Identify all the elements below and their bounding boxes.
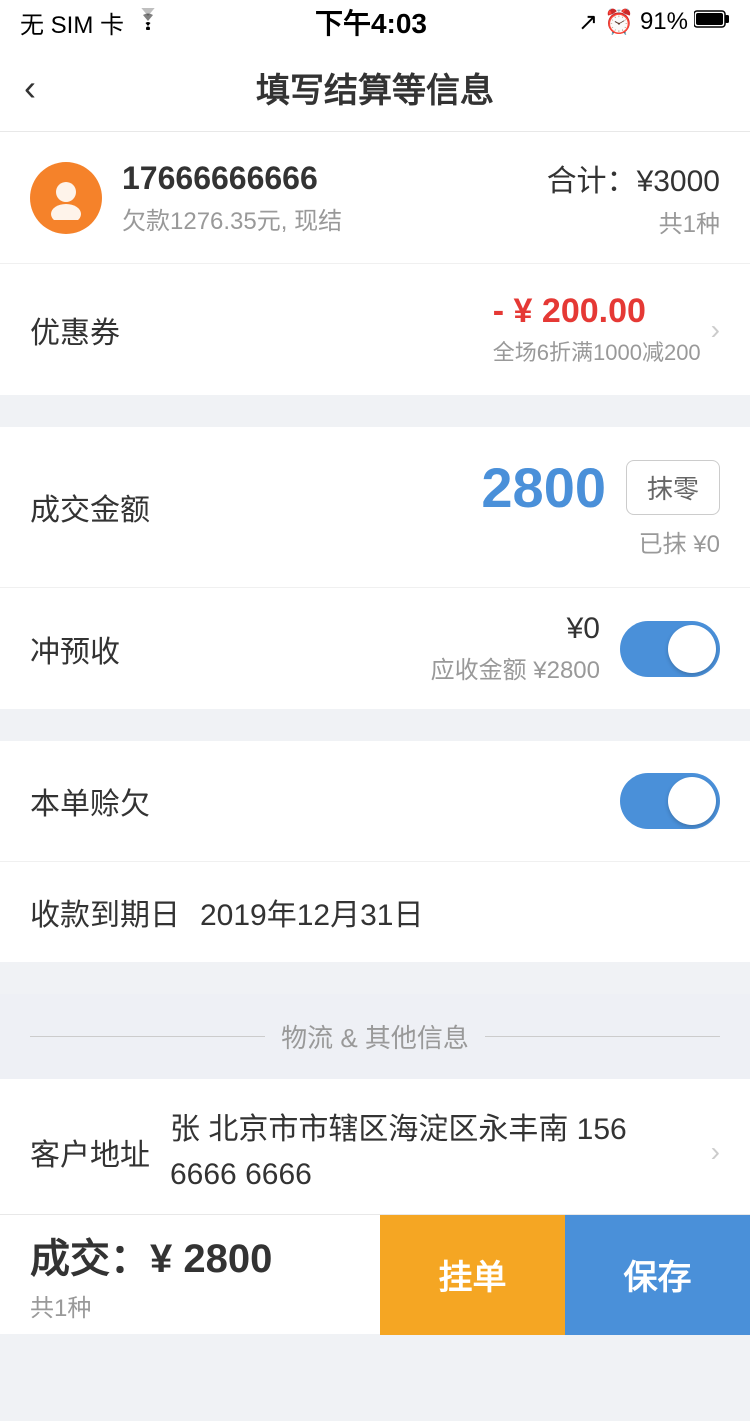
address-card: 客户地址 张 北京市市辖区海淀区永丰南 156 6666 6666 › [0,1079,750,1225]
address-row[interactable]: 客户地址 张 北京市市辖区海淀区永丰南 156 6666 6666 › [0,1079,750,1225]
debt-label: 本单赊欠 [30,779,150,823]
footer-deal-amount: ¥ 2800 [150,1237,272,1281]
total-count: 共1种 [547,204,720,239]
charge-right: ¥0 应收金额 ¥2800 [431,612,720,685]
charge-label: 冲预收 [30,627,120,671]
round-zero-button[interactable]: 抹零 [626,460,720,515]
back-button[interactable]: ‹ [24,67,36,109]
coupon-desc: 全场6折满1000减200 [493,335,701,367]
debt-toggle[interactable] [620,773,720,829]
coupon-chevron-icon: › [711,314,720,346]
coupon-right: - ¥ 200.00 全场6折满1000减200 › [493,292,720,367]
header-line-left [30,1036,265,1037]
coupon-info: - ¥ 200.00 全场6折满1000减200 [493,292,701,367]
due-date-value: 2019年12月31日 [200,890,423,934]
sim-text: 无 SIM 卡 [20,5,124,40]
avatar [30,162,102,234]
total-amount: 合计：¥3000 [547,156,720,200]
save-button[interactable]: 保存 [565,1215,750,1335]
charge-toggle[interactable] [620,621,720,677]
user-row: 17666666666 欠款1276.35元, 现结 合计：¥3000 共1种 [0,132,750,263]
address-chevron-icon: › [711,1136,720,1168]
logistics-section-header: 物流 & 其他信息 [0,994,750,1079]
wifi-icon [132,8,164,37]
footer-amount: 成交：¥ 2800 [30,1226,350,1284]
location-icon: ↗ [578,8,598,37]
coupon-label: 优惠券 [30,308,120,352]
charge-value: ¥0 [431,612,600,646]
deal-value-block: 2800 抹零 [481,455,720,520]
logistics-title: 物流 & 其他信息 [281,1018,469,1055]
address-label: 客户地址 [30,1130,150,1174]
page-title: 填写结算等信息 [256,63,494,112]
charge-sub: 应收金额 ¥2800 [431,650,600,685]
charge-row: 冲预收 ¥0 应收金额 ¥2800 [0,588,750,709]
footer-info: 成交：¥ 2800 共1种 [0,1226,380,1323]
divider-2 [0,725,750,741]
due-date-row: 收款到期日 2019年12月31日 [0,861,750,962]
user-info: 17666666666 欠款1276.35元, 现结 [122,160,547,236]
status-left: 无 SIM 卡 [20,5,164,40]
deal-card: 成交金额 2800 抹零 已抹 ¥0 冲预收 ¥0 应收金额 ¥2800 [0,427,750,709]
footer-deal-label: 成交： [30,1237,150,1281]
address-value: 张 北京市市辖区海淀区永丰南 156 6666 6666 [170,1107,691,1197]
toggle-knob [668,625,716,673]
user-debt: 欠款1276.35元, 现结 [122,201,547,236]
status-right: ↗ ⏰ 91% [578,8,730,37]
header-line-right [485,1036,720,1037]
due-date-label: 收款到期日 [30,890,180,934]
nav-bar: ‹ 填写结算等信息 [0,44,750,132]
battery-icon [694,8,730,36]
footer-count: 共1种 [30,1288,350,1323]
deal-amount-row: 成交金额 2800 抹零 已抹 ¥0 [0,427,750,588]
debt-toggle-knob [668,777,716,825]
debt-card: 本单赊欠 收款到期日 2019年12月31日 [0,741,750,962]
deal-right: 2800 抹零 已抹 ¥0 [481,455,720,559]
footer: 成交：¥ 2800 共1种 挂单 保存 [0,1214,750,1334]
user-info-card: 17666666666 欠款1276.35元, 现结 合计：¥3000 共1种 … [0,132,750,395]
deal-sub: 已抹 ¥0 [481,524,720,559]
debt-row: 本单赊欠 [0,741,750,861]
deal-amount: 2800 [481,455,606,520]
coupon-row[interactable]: 优惠券 - ¥ 200.00 全场6折满1000减200 › [0,263,750,395]
battery-label: 91% [640,8,688,36]
user-phone: 17666666666 [122,160,547,197]
coupon-discount: - ¥ 200.00 [493,292,701,331]
status-bar: 无 SIM 卡 下午4:03 ↗ ⏰ 91% [0,0,750,44]
alarm-icon: ⏰ [604,8,634,37]
divider-1 [0,411,750,427]
divider-3 [0,978,750,994]
charge-amounts: ¥0 应收金额 ¥2800 [431,612,600,685]
hang-order-button[interactable]: 挂单 [380,1215,565,1335]
user-total: 合计：¥3000 共1种 [547,156,720,239]
status-time: 下午4:03 [315,2,427,42]
deal-label: 成交金额 [30,485,150,529]
